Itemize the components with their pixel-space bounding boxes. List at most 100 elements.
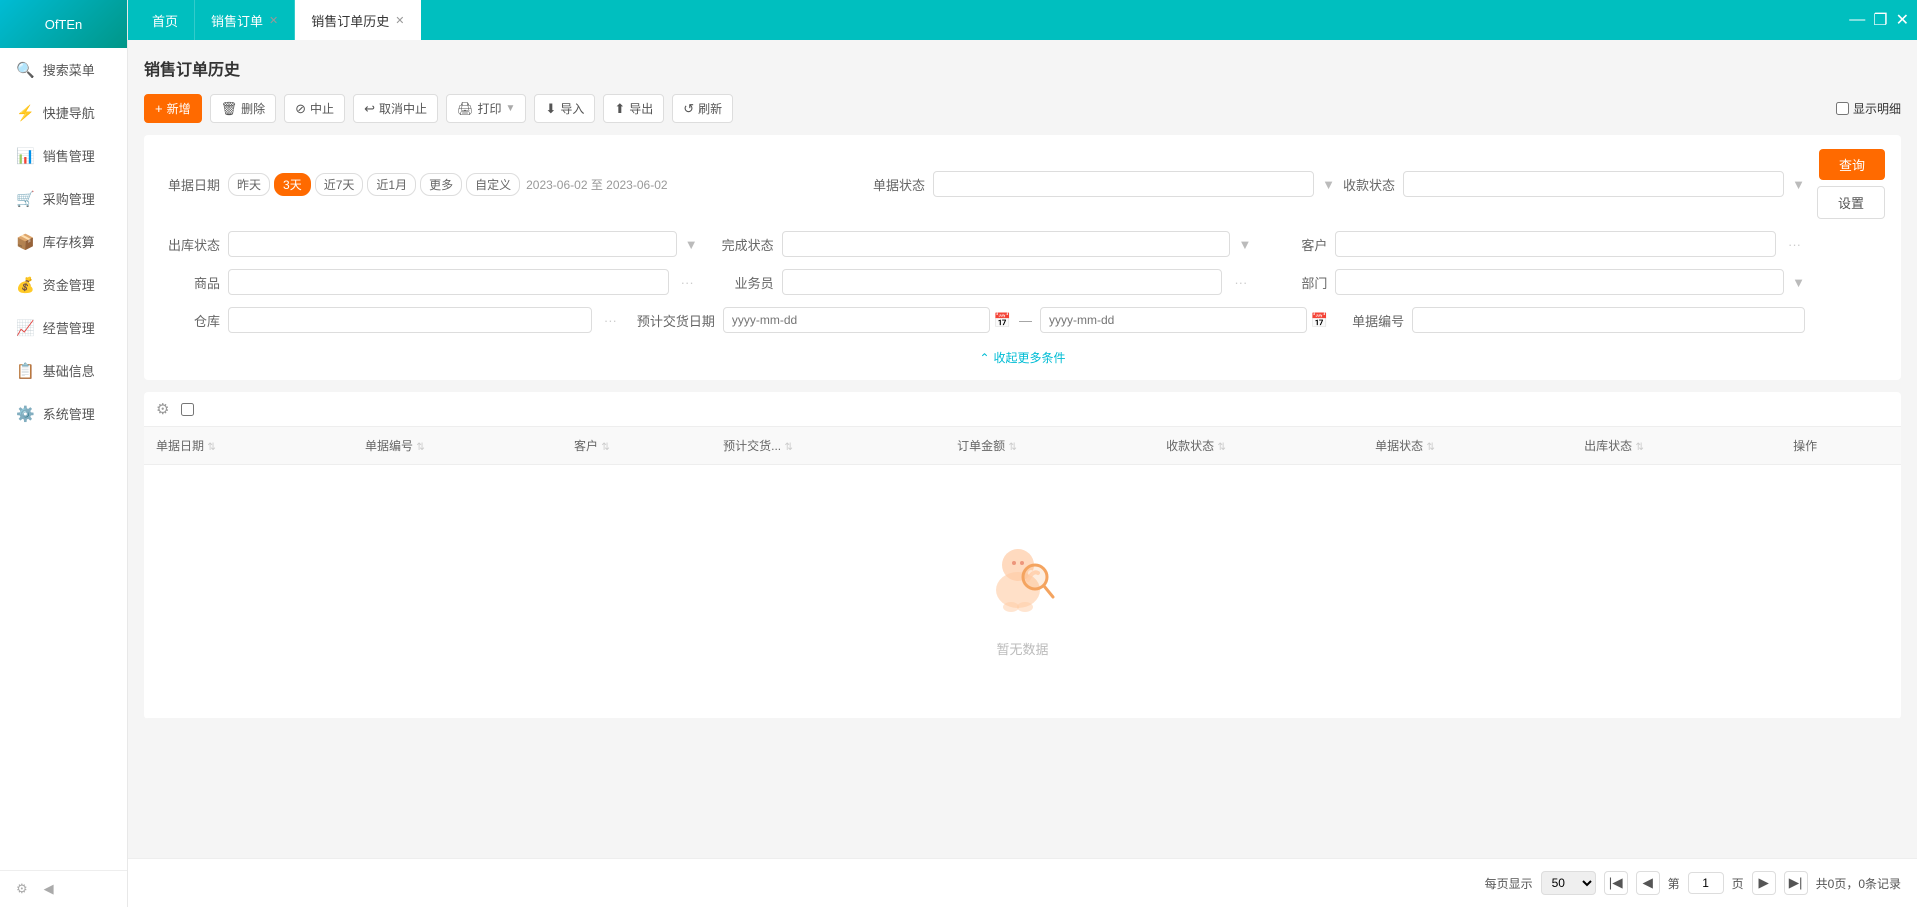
query-button[interactable]: 查询 bbox=[1819, 149, 1885, 180]
prev-page-button[interactable]: ◀ bbox=[1636, 871, 1660, 895]
app-logo: OfTEn bbox=[45, 17, 83, 32]
filter-date: 单据日期 昨天 3天 近7天 近1月 更多 自定义 2023-06-02 至 2… bbox=[160, 173, 865, 196]
chip-more[interactable]: 更多 bbox=[420, 173, 462, 196]
order-no-input[interactable] bbox=[1412, 307, 1805, 333]
dept-select[interactable] bbox=[1335, 269, 1784, 295]
window-close-icon[interactable]: ✕ bbox=[1896, 10, 1909, 30]
salesman-input[interactable] bbox=[782, 269, 1223, 295]
tab-home[interactable]: 首页 bbox=[136, 0, 195, 40]
last-page-button[interactable]: ▶| bbox=[1784, 871, 1808, 895]
calendar-from-icon[interactable]: 📅 bbox=[994, 312, 1011, 329]
sidebar-settings-icon[interactable]: ⚙ bbox=[16, 881, 28, 897]
chip-7days[interactable]: 近7天 bbox=[315, 173, 364, 196]
refresh-button[interactable]: ↺ 刷新 bbox=[672, 94, 733, 123]
export-icon: ⬆ bbox=[614, 101, 625, 117]
show-detail-checkbox-label[interactable]: 显示明细 bbox=[1836, 100, 1901, 117]
sidebar-item-finance[interactable]: 💰 资金管理 bbox=[0, 263, 127, 306]
sidebar-item-purchase-mgmt[interactable]: 🛒 采购管理 bbox=[0, 177, 127, 220]
status-chevron-icon[interactable]: ▼ bbox=[1322, 177, 1335, 192]
col-out-sort-icon[interactable]: ⇅ bbox=[1635, 442, 1643, 453]
col-date-sort-icon[interactable]: ⇅ bbox=[207, 442, 215, 453]
goods-input[interactable] bbox=[228, 269, 669, 295]
tab-bar: 首页 销售订单 ✕ 销售订单历史 ✕ — ❐ ✕ bbox=[128, 0, 1917, 40]
delivery-date-to-input[interactable] bbox=[1040, 307, 1307, 333]
out-status-select[interactable] bbox=[228, 231, 677, 257]
col-amount-sort-icon[interactable]: ⇅ bbox=[1008, 442, 1016, 453]
tab-sales-order-close[interactable]: ✕ bbox=[269, 14, 278, 27]
show-detail-checkbox[interactable] bbox=[1836, 102, 1849, 115]
next-page-button[interactable]: ▶ bbox=[1752, 871, 1776, 895]
sidebar-collapse-icon[interactable]: ◀ bbox=[44, 881, 54, 897]
print-button[interactable]: 🖨 打印 ▼ bbox=[446, 94, 526, 123]
delete-button[interactable]: 🗑 删除 bbox=[210, 94, 277, 123]
finance-icon: 💰 bbox=[16, 276, 35, 294]
window-minus-icon[interactable]: — bbox=[1849, 11, 1865, 29]
per-page-select[interactable]: 50 10 20 100 bbox=[1541, 871, 1596, 895]
set-button[interactable]: 设置 bbox=[1817, 186, 1885, 219]
col-delivery-sort-icon[interactable]: ⇅ bbox=[784, 442, 792, 453]
page-input[interactable] bbox=[1688, 872, 1724, 894]
tab-sales-order-history[interactable]: 销售订单历史 ✕ bbox=[295, 0, 421, 40]
sidebar-item-operations[interactable]: 📈 经营管理 bbox=[0, 306, 127, 349]
warehouse-input[interactable] bbox=[228, 307, 592, 333]
filter-order-status: 单据状态 ▼ bbox=[865, 171, 1335, 197]
filter-out-status: 出库状态 ▼ bbox=[160, 231, 698, 257]
receipt-chevron-icon[interactable]: ▼ bbox=[1792, 177, 1805, 192]
sidebar-item-label: 库存核算 bbox=[43, 232, 95, 251]
collapse-button[interactable]: ⌃ 收起更多条件 bbox=[160, 345, 1885, 366]
customer-input[interactable] bbox=[1335, 231, 1776, 257]
print-arrow-icon: ▼ bbox=[506, 103, 516, 114]
customer-label: 客户 bbox=[1267, 235, 1327, 254]
delivery-date-from-input[interactable] bbox=[723, 307, 990, 333]
date-label: 单据日期 bbox=[160, 175, 220, 194]
warehouse-ellipsis-icon[interactable]: ··· bbox=[600, 313, 621, 328]
col-customer-sort-icon[interactable]: ⇅ bbox=[601, 442, 609, 453]
sidebar-item-base-info[interactable]: 📋 基础信息 bbox=[0, 349, 127, 392]
col-action-label: 操作 bbox=[1793, 439, 1817, 453]
calendar-to-icon[interactable]: 📅 bbox=[1311, 312, 1328, 329]
filter-row-2: 出库状态 ▼ 完成状态 ▼ 客户 ··· bbox=[160, 231, 1885, 257]
sidebar-item-sys-mgmt[interactable]: ⚙️ 系统管理 bbox=[0, 392, 127, 435]
complete-chevron-icon[interactable]: ▼ bbox=[1238, 237, 1251, 252]
empty-state: 暂无数据 bbox=[144, 465, 1901, 718]
status-select[interactable] bbox=[933, 171, 1314, 197]
col-no-sort-icon[interactable]: ⇅ bbox=[416, 442, 424, 453]
col-amount: 订单金额 ⇅ bbox=[945, 427, 1154, 465]
print-label: 打印 bbox=[478, 100, 502, 117]
goods-ellipsis-icon[interactable]: ··· bbox=[677, 275, 698, 290]
tab-sales-order-history-close[interactable]: ✕ bbox=[395, 14, 404, 27]
window-restore-icon[interactable]: ❐ bbox=[1873, 10, 1887, 30]
col-receipt-sort-icon[interactable]: ⇅ bbox=[1217, 442, 1225, 453]
toolbar: + 新增 🗑 删除 ⊘ 中止 ↩ 取消中止 🖨 打印 ▼ ⬇ 导 bbox=[144, 94, 1901, 123]
chip-custom[interactable]: 自定义 bbox=[466, 173, 520, 196]
salesman-ellipsis-icon[interactable]: ··· bbox=[1230, 275, 1251, 290]
import-icon: ⬇ bbox=[545, 101, 556, 117]
tab-sales-order[interactable]: 销售订单 ✕ bbox=[195, 0, 295, 40]
show-detail-label: 显示明细 bbox=[1853, 100, 1901, 117]
customer-ellipsis-icon[interactable]: ··· bbox=[1784, 237, 1805, 252]
out-status-chevron-icon[interactable]: ▼ bbox=[685, 237, 698, 252]
first-page-button[interactable]: |◀ bbox=[1604, 871, 1628, 895]
cancel-stop-button[interactable]: ↩ 取消中止 bbox=[353, 94, 438, 123]
chip-1month[interactable]: 近1月 bbox=[367, 173, 416, 196]
export-label: 导出 bbox=[629, 100, 653, 117]
sidebar-item-quick-nav[interactable]: ⚡ 快捷导航 bbox=[0, 91, 127, 134]
col-order-sort-icon[interactable]: ⇅ bbox=[1426, 442, 1434, 453]
stop-button[interactable]: ⊘ 中止 bbox=[284, 94, 345, 123]
select-all-checkbox[interactable] bbox=[181, 403, 194, 416]
sidebar-item-inventory[interactable]: 📦 库存核算 bbox=[0, 220, 127, 263]
import-button[interactable]: ⬇ 导入 bbox=[534, 94, 595, 123]
new-button[interactable]: + 新增 bbox=[144, 94, 202, 123]
receipt-status-select[interactable] bbox=[1403, 171, 1784, 197]
sidebar-item-sales-mgmt[interactable]: 📊 销售管理 bbox=[0, 134, 127, 177]
col-customer: 客户 ⇅ bbox=[562, 427, 711, 465]
complete-status-select[interactable] bbox=[782, 231, 1231, 257]
per-page-label: 每页显示 bbox=[1485, 875, 1533, 892]
chip-today[interactable]: 昨天 bbox=[228, 173, 270, 196]
sidebar-item-search-menu[interactable]: 🔍 搜索菜单 bbox=[0, 48, 127, 91]
export-button[interactable]: ⬆ 导出 bbox=[603, 94, 664, 123]
chip-3days[interactable]: 3天 bbox=[274, 173, 311, 196]
sidebar-item-label: 销售管理 bbox=[43, 146, 95, 165]
table-settings-icon[interactable]: ⚙ bbox=[156, 400, 169, 418]
dept-chevron-icon[interactable]: ▼ bbox=[1792, 275, 1805, 290]
